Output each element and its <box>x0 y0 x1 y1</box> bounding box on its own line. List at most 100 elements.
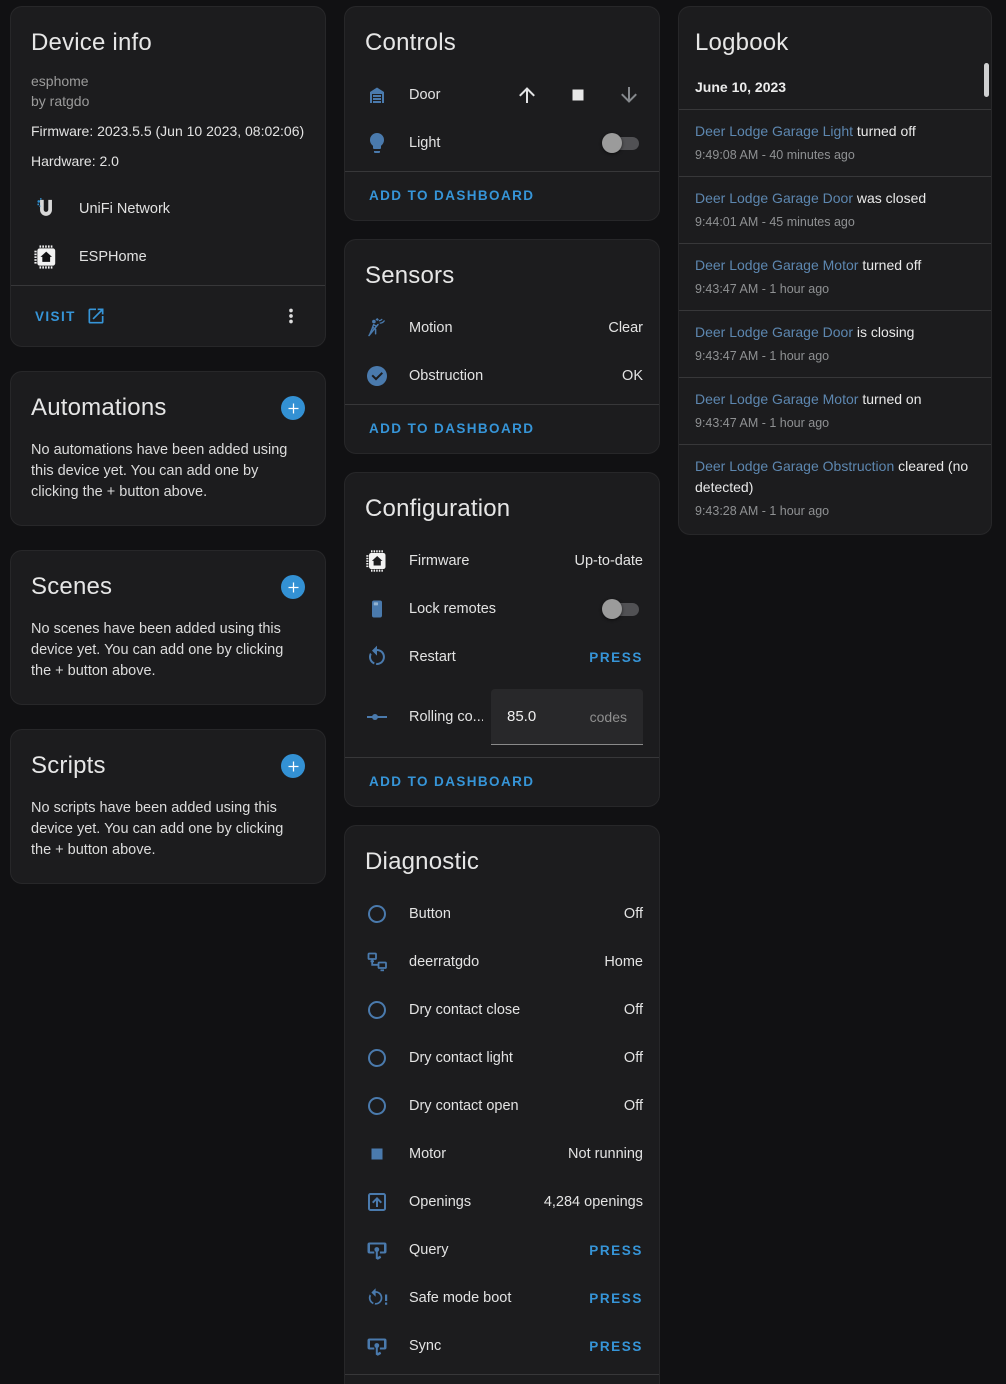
diagnostic-value: Not running <box>568 1146 643 1162</box>
esphome-chip-icon <box>33 244 59 270</box>
toggle-thumb <box>602 133 622 153</box>
config-row-firmware[interactable]: Firmware Up-to-date <box>345 537 659 585</box>
automations-card: Automations No automations have been add… <box>10 371 326 526</box>
control-label: Light <box>409 135 441 151</box>
logbook-entry-text: Deer Lodge Garage Door is closing <box>695 322 973 343</box>
sensor-row-obstruction[interactable]: Obstruction OK <box>345 352 659 400</box>
scripts-card: Scripts No scripts have been added using… <box>10 729 326 884</box>
cover-buttons <box>515 83 641 107</box>
config-label: Rolling co... <box>409 709 483 725</box>
diagnostic-value: Off <box>623 1098 643 1114</box>
device-info-footer: VISIT <box>11 285 325 346</box>
control-row-light: Light <box>345 119 659 167</box>
diagnostic-row-sync: Sync PRESS <box>345 1322 659 1370</box>
sensor-value: Clear <box>608 320 643 336</box>
add-to-dashboard-link[interactable]: ADD TO DASHBOARD <box>369 421 534 436</box>
scenes-card: Scenes No scenes have been added using t… <box>10 550 326 705</box>
device-info-card: Device info esphome by ratgdo Firmware: … <box>10 6 326 347</box>
logbook-time: 9:43:47 AM - 1 hour ago <box>695 349 830 363</box>
diagnostic-row-deerratgdo[interactable]: deerratgdo Home <box>345 938 659 986</box>
radiobox-blank-icon <box>365 1046 389 1070</box>
add-script-button[interactable] <box>281 754 305 778</box>
integration-row-unifi[interactable]: UniFi Network <box>11 185 325 233</box>
cover-close-button[interactable] <box>617 83 641 107</box>
diagnostic-row-button[interactable]: Button Off <box>345 890 659 938</box>
integration-list: UniFi Network ESPHome <box>11 185 325 281</box>
diagnostic-row-dry-contact-light[interactable]: Dry contact light Off <box>345 1034 659 1082</box>
logbook-card: Logbook June 10, 2023 Deer Lodge Garage … <box>678 6 992 535</box>
logbook-entry-text: Deer Lodge Garage Light turned off <box>695 121 973 142</box>
logbook-entry: Deer Lodge Garage Light turned off 9:49:… <box>679 109 991 176</box>
diagnostic-row-dry-contact-close[interactable]: Dry contact close Off <box>345 986 659 1034</box>
diagnostic-row-openings[interactable]: Openings 4,284 openings <box>345 1178 659 1226</box>
stop-icon <box>365 1142 389 1166</box>
config-value: Up-to-date <box>574 553 643 569</box>
restart-icon <box>365 645 389 669</box>
cover-stop-button[interactable] <box>566 83 590 107</box>
diagnostic-footer: ADD TO DASHBOARD <box>345 1374 659 1384</box>
diagnostic-label: Openings <box>409 1194 472 1210</box>
config-row-rolling-code: Rolling co... 85.0 codes <box>345 681 659 753</box>
integration-row-esphome[interactable]: ESPHome <box>11 233 325 281</box>
entity-link[interactable]: Deer Lodge Garage Motor <box>695 391 858 407</box>
light-toggle[interactable] <box>602 133 639 153</box>
logbook-entry: Deer Lodge Garage Door is closing 9:43:4… <box>679 310 991 377</box>
add-automation-button[interactable] <box>281 396 305 420</box>
add-to-dashboard-link[interactable]: ADD TO DASHBOARD <box>369 188 534 203</box>
logbook-action: turned on <box>862 391 922 407</box>
logbook-action: was closed <box>856 190 927 206</box>
logbook-entry: Deer Lodge Garage Motor turned on 9:43:4… <box>679 377 991 444</box>
right-column: Logbook June 10, 2023 Deer Lodge Garage … <box>678 6 992 535</box>
restart-press-button[interactable]: PRESS <box>589 650 643 665</box>
safe-mode-boot-press-button[interactable]: PRESS <box>589 1291 643 1306</box>
logbook-time: 9:43:47 AM - 1 hour ago <box>695 416 830 430</box>
logbook-time: 9:44:01 AM - 45 minutes ago <box>695 215 855 229</box>
configuration-card: Configuration Firmware Up-to-date Lock r… <box>344 472 660 807</box>
diagnostic-card: Diagnostic Button Off deerratgdo Home Dr… <box>344 825 660 1384</box>
integration-label: UniFi Network <box>79 201 171 217</box>
diagnostic-row-motor[interactable]: Motor Not running <box>345 1130 659 1178</box>
diagnostic-row-safe-mode-boot: Safe mode boot PRESS <box>345 1274 659 1322</box>
entity-link[interactable]: Deer Lodge Garage Light <box>695 123 853 139</box>
query-press-button[interactable]: PRESS <box>589 1243 643 1258</box>
entity-link[interactable]: Deer Lodge Garage Door <box>695 190 853 206</box>
cover-open-button[interactable] <box>515 83 539 107</box>
logbook-time: 9:43:28 AM - 1 hour ago <box>695 504 830 518</box>
logbook-entry-text: Deer Lodge Garage Motor turned off <box>695 255 973 276</box>
kebab-menu-icon[interactable] <box>273 298 309 334</box>
unifi-logo-icon <box>33 196 59 222</box>
config-label: Restart <box>409 649 456 665</box>
entity-link[interactable]: Deer Lodge Garage Door <box>695 324 853 340</box>
lock-remotes-toggle[interactable] <box>602 599 639 619</box>
scenes-empty-text: No scenes have been added using this dev… <box>31 621 284 679</box>
entity-link[interactable]: Deer Lodge Garage Motor <box>695 257 858 273</box>
sensor-row-motion[interactable]: Motion Clear <box>345 304 659 352</box>
automations-empty-text: No automations have been added using thi… <box>31 442 288 500</box>
rolling-code-input[interactable]: 85.0 codes <box>491 689 643 745</box>
diagnostic-label: Button <box>409 906 451 922</box>
logbook-entry: Deer Lodge Garage Motor turned off 9:43:… <box>679 243 991 310</box>
middle-column: Controls Door Light ADD TO DASHBOARD Sen… <box>344 6 660 1384</box>
lightbulb-icon <box>365 131 389 155</box>
toggle-thumb <box>602 599 622 619</box>
configuration-footer: ADD TO DASHBOARD <box>345 757 659 806</box>
entity-link[interactable]: Deer Lodge Garage Obstruction <box>695 458 894 474</box>
scripts-title: Scripts <box>31 752 106 779</box>
integration-label: ESPHome <box>79 249 147 265</box>
sensor-value: OK <box>622 368 643 384</box>
add-to-dashboard-link[interactable]: ADD TO DASHBOARD <box>369 774 534 789</box>
logbook-entry-text: Deer Lodge Garage Door was closed <box>695 188 973 209</box>
sensor-label: Motion <box>409 320 453 336</box>
device-model: by ratgdo <box>31 93 90 109</box>
config-row-restart: Restart PRESS <box>345 633 659 681</box>
diagnostic-row-dry-contact-open[interactable]: Dry contact open Off <box>345 1082 659 1130</box>
controls-title: Controls <box>365 29 456 56</box>
controls-footer: ADD TO DASHBOARD <box>345 171 659 220</box>
logbook-scrollbar-thumb[interactable] <box>984 63 989 97</box>
sync-press-button[interactable]: PRESS <box>589 1339 643 1354</box>
sensors-footer: ADD TO DASHBOARD <box>345 404 659 453</box>
config-label: Firmware <box>409 553 470 569</box>
add-scene-button[interactable] <box>281 575 305 599</box>
visit-link[interactable]: VISIT <box>35 306 106 326</box>
diagnostic-label: Safe mode boot <box>409 1290 512 1306</box>
